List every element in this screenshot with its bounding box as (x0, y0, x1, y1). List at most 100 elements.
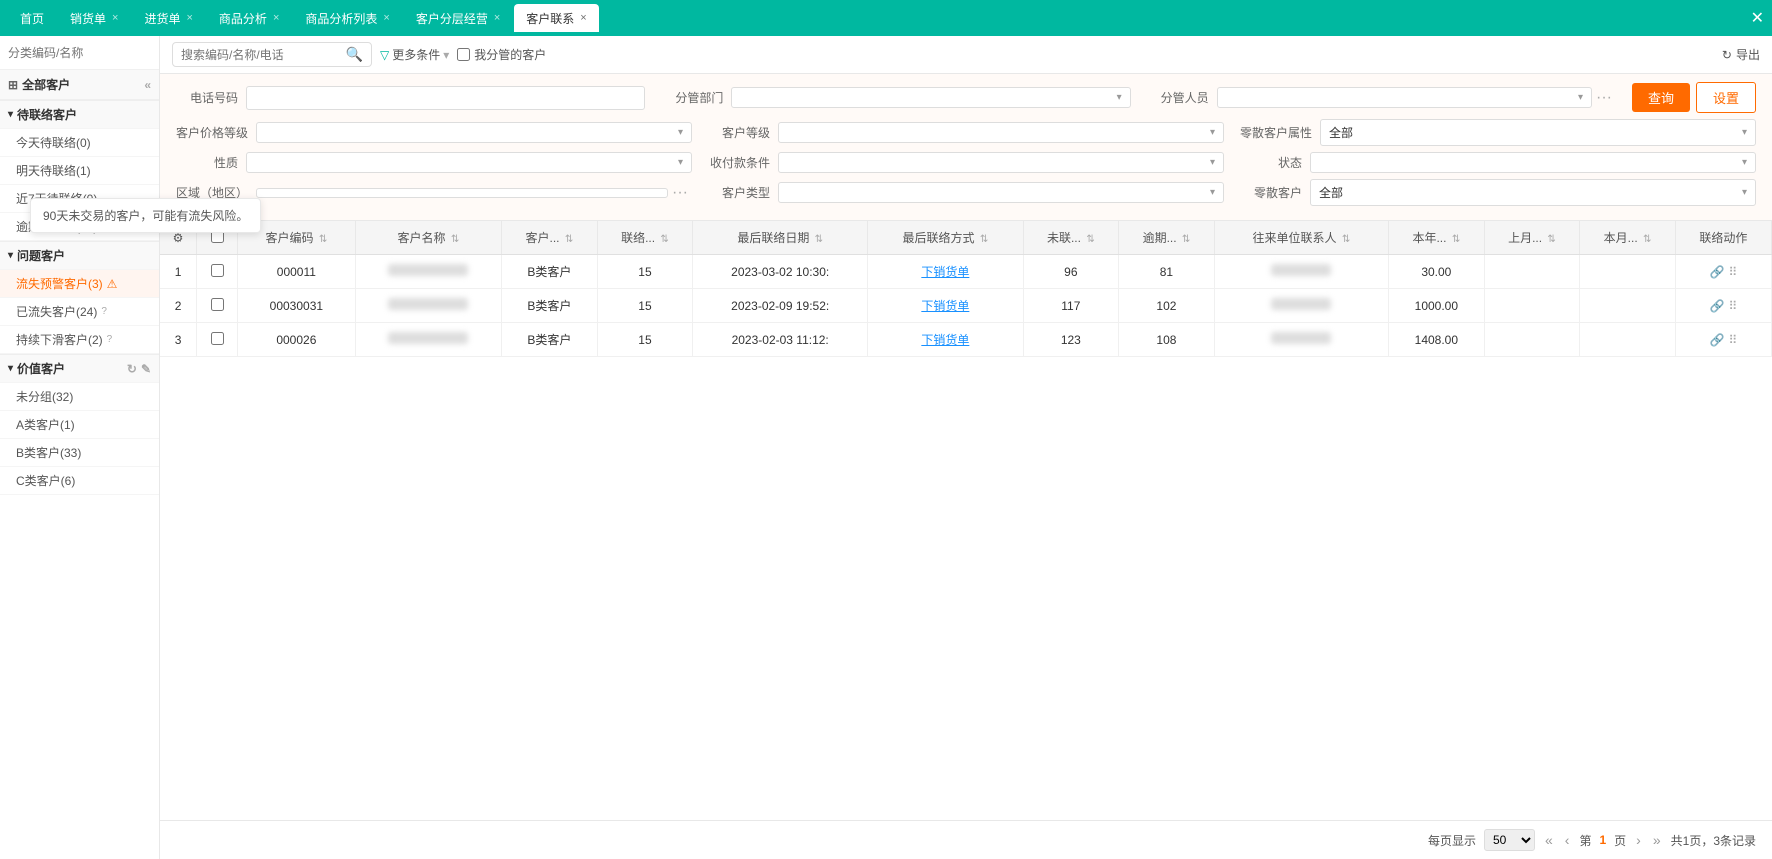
sidebar-item-tomorrow[interactable]: 明天待联络(1) (0, 157, 159, 185)
tab-purchase[interactable]: 进货单 × (132, 4, 204, 32)
sidebar-item-c-class[interactable]: C类客户(6) (0, 467, 159, 495)
payment-select[interactable]: ▾ (778, 152, 1224, 173)
sidebar-item-today[interactable]: 今天待联络(0) (0, 129, 159, 157)
person-more-btn[interactable]: ··· (1592, 89, 1616, 107)
overdue-sort-icon[interactable]: ⇅ (1182, 234, 1190, 245)
next-page-btn[interactable]: › (1634, 832, 1643, 848)
edit-icon[interactable]: ✎ (141, 362, 151, 376)
tab-customer-contact[interactable]: 客户联系 × (514, 4, 598, 32)
row-checkbox[interactable] (211, 298, 224, 311)
status-select[interactable]: ▾ (1310, 152, 1756, 173)
region-select[interactable] (256, 188, 668, 198)
tab-product-analysis[interactable]: 商品分析 × (207, 4, 291, 32)
this-month-sort-icon[interactable]: ⇅ (1643, 234, 1651, 245)
nature-select[interactable]: ▾ (246, 152, 692, 173)
cell-checkbox[interactable] (197, 255, 238, 289)
tab-purchase-close[interactable]: × (186, 12, 192, 24)
date-sort-icon[interactable]: ⇅ (815, 234, 823, 245)
tab-product-analysis-close[interactable]: × (273, 12, 279, 24)
region-more-btn[interactable]: ··· (668, 184, 692, 202)
export-btn[interactable]: ↻ 导出 (1722, 46, 1760, 63)
price-level-select[interactable]: ▾ (256, 122, 692, 143)
sidebar-item-declining[interactable]: 持续下滑客户(2) ? (0, 326, 159, 354)
year-sort-icon[interactable]: ⇅ (1452, 234, 1460, 245)
pagination: 每页显示 50 100 200 « ‹ 第 1 页 › » 共1页，3条记录 (160, 820, 1772, 859)
filter-row-4: 区域（地区） ··· 客户类型 ▾ 零散客户 全部 (176, 179, 1756, 206)
action-grid-icon[interactable]: ⠿ (1728, 333, 1737, 347)
tab-product-list-close[interactable]: × (383, 12, 389, 24)
cell-action[interactable]: 🔗 ⠿ (1675, 323, 1771, 357)
settings-button[interactable]: 设置 (1696, 82, 1756, 113)
main-search-icon[interactable]: 🔍 (346, 46, 363, 63)
more-conditions-btn[interactable]: ▽ 更多条件 ▾ (380, 46, 449, 63)
filter-status: 状态 ▾ (1240, 152, 1756, 173)
action-link-icon[interactable]: 🔗 (1710, 265, 1725, 279)
person-sort-icon[interactable]: ⇅ (1342, 234, 1350, 245)
uncontacted-sort-icon[interactable]: ⇅ (1086, 234, 1094, 245)
retail-attr-select[interactable]: 全部 ▾ (1320, 119, 1756, 146)
filter-customer-type: 客户类型 ▾ (708, 182, 1224, 203)
tab-customer-layered[interactable]: 客户分层经营 × (404, 4, 512, 32)
tab-sales[interactable]: 销货单 × (58, 4, 130, 32)
close-all-button[interactable]: ✕ (1751, 8, 1764, 28)
cell-checkbox[interactable] (197, 289, 238, 323)
action-grid-icon[interactable]: ⠿ (1728, 299, 1737, 313)
my-customers-checkbox-label[interactable]: 我分管的客户 (457, 46, 546, 63)
person-select[interactable]: ▾ (1217, 87, 1592, 108)
action-grid-icon[interactable]: ⠿ (1728, 265, 1737, 279)
customer-level-select[interactable]: ▾ (778, 122, 1224, 143)
cell-method[interactable]: 下销货单 (868, 255, 1023, 289)
cell-method[interactable]: 下销货单 (868, 289, 1023, 323)
retail-select[interactable]: 全部 ▾ (1310, 179, 1756, 206)
retail-label: 零散客户 (1240, 184, 1310, 201)
cell-checkbox[interactable] (197, 323, 238, 357)
refresh-icon[interactable]: ↻ (127, 362, 137, 376)
sidebar-item-a-class[interactable]: A类客户(1) (0, 411, 159, 439)
sidebar-item-churn-warning[interactable]: 流失预警客户(3) ⚠ (0, 270, 159, 298)
query-button[interactable]: 查询 (1632, 83, 1690, 112)
tab-sales-close[interactable]: × (112, 12, 118, 24)
last-page-btn[interactable]: » (1651, 832, 1663, 848)
tab-customer-contact-close[interactable]: × (580, 12, 586, 24)
name-sort-icon[interactable]: ⇅ (451, 234, 459, 245)
filter-price-level: 客户价格等级 ▾ (176, 122, 692, 143)
phone-input[interactable] (246, 86, 645, 110)
sidebar-section-problem[interactable]: ▾ 问题客户 (0, 241, 159, 270)
sidebar-search-input[interactable] (8, 46, 160, 60)
dept-select[interactable]: ▾ (731, 87, 1130, 108)
contact-sort-icon[interactable]: ⇅ (660, 234, 668, 245)
page-label-before: 第 (1579, 832, 1591, 849)
cell-action[interactable]: 🔗 ⠿ (1675, 255, 1771, 289)
first-page-btn[interactable]: « (1543, 832, 1555, 848)
main-search-input[interactable] (181, 48, 346, 62)
row-checkbox[interactable] (211, 264, 224, 277)
method-sort-icon[interactable]: ⇅ (980, 234, 988, 245)
cell-action[interactable]: 🔗 ⠿ (1675, 289, 1771, 323)
col-customer-type: 客户... ⇅ (502, 221, 598, 255)
tab-home[interactable]: 首页 (8, 4, 56, 32)
cell-overdue: 102 (1119, 289, 1215, 323)
cell-method[interactable]: 下销货单 (868, 323, 1023, 357)
sidebar-item-ungrouped[interactable]: 未分组(32) (0, 383, 159, 411)
sidebar-item-b-class[interactable]: B类客户(33) (0, 439, 159, 467)
type-sort-icon[interactable]: ⇅ (565, 234, 573, 245)
tab-product-list[interactable]: 商品分析列表 × (293, 4, 401, 32)
today-label: 今天待联络(0) (16, 136, 91, 150)
cell-name (355, 255, 501, 289)
sidebar-section-value[interactable]: ▾ 价值客户 ↻ ✎ (0, 354, 159, 383)
customer-type-select[interactable]: ▾ (778, 182, 1224, 203)
action-link-icon[interactable]: 🔗 (1710, 333, 1725, 347)
my-customers-checkbox[interactable] (457, 48, 470, 61)
row-checkbox[interactable] (211, 332, 224, 345)
prev-page-btn[interactable]: ‹ (1563, 832, 1572, 848)
action-link-icon[interactable]: 🔗 (1710, 299, 1725, 313)
code-sort-icon[interactable]: ⇅ (319, 234, 327, 245)
sidebar-section-pending[interactable]: ▾ 待联络客户 (0, 100, 159, 129)
sidebar-all-customers[interactable]: ⊞ 全部客户 « (0, 70, 159, 100)
retail-attr-down-arrow: ▾ (1742, 127, 1747, 138)
tab-customer-layered-close[interactable]: × (494, 12, 500, 24)
per-page-select[interactable]: 50 100 200 (1484, 829, 1535, 851)
tab-product-list-label: 商品分析列表 (305, 10, 377, 27)
last-month-sort-icon[interactable]: ⇅ (1547, 234, 1555, 245)
sidebar-item-churned[interactable]: 已流失客户(24) ? (0, 298, 159, 326)
